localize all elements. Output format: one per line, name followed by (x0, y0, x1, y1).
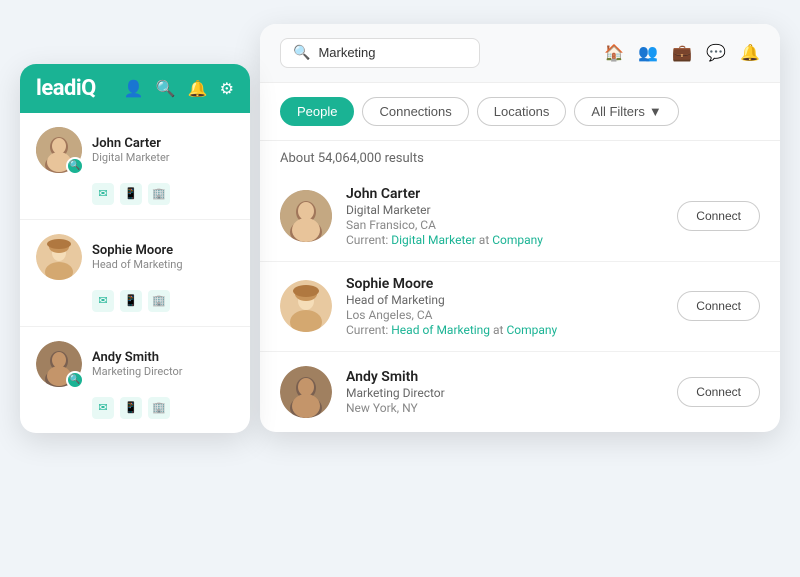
person-title: Marketing Director (92, 365, 234, 378)
phone-icon[interactable]: 📱 (120, 183, 142, 205)
connect-button[interactable]: Connect (677, 291, 760, 321)
search-icon[interactable]: 🔍 (156, 79, 176, 98)
list-item: Sophie Moore Head of Marketing ✉ 📱 🏢 (20, 220, 250, 327)
action-icons: ✉ 📱 🏢 (92, 183, 234, 205)
connect-button[interactable]: Connect (677, 377, 760, 407)
result-current: Current: Digital Marketer at Company (346, 233, 663, 247)
person-info: Andy Smith Marketing Director (92, 350, 234, 378)
table-row: John Carter Digital Marketer San Fransic… (260, 172, 780, 262)
gear-icon[interactable]: ⚙ (220, 79, 234, 98)
chat-icon[interactable]: 💬 (706, 43, 726, 62)
result-avatar (280, 366, 332, 418)
filter-people-button[interactable]: People (280, 97, 354, 126)
person-icon[interactable]: 👤 (124, 79, 144, 98)
results-count: About 54,064,000 results (260, 141, 780, 172)
result-info: John Carter Digital Marketer San Fransic… (346, 186, 663, 247)
phone-icon[interactable]: 📱 (120, 290, 142, 312)
result-info: Andy Smith Marketing Director New York, … (346, 369, 663, 415)
filter-connections-button[interactable]: Connections (362, 97, 468, 126)
list-item: 🔍 Andy Smith Marketing Director ✉ 📱 🏢 (20, 327, 250, 433)
app-header: leadiQ 👤 🔍 🔔 ⚙ (20, 64, 250, 113)
table-row: Sophie Moore Head of Marketing Los Angel… (260, 262, 780, 352)
avatar (36, 234, 82, 280)
filter-bar: People Connections Locations All Filters… (260, 83, 780, 141)
result-role: Head of Marketing (346, 293, 663, 307)
building-icon[interactable]: 🏢 (148, 290, 170, 312)
home-icon[interactable]: 🏠 (604, 43, 624, 62)
right-panel: 🔍 🏠 👥 💼 💬 🔔 People Connections Locations… (260, 24, 780, 432)
search-header: 🔍 🏠 👥 💼 💬 🔔 (260, 24, 780, 83)
result-location: New York, NY (346, 401, 663, 415)
connect-button[interactable]: Connect (677, 201, 760, 231)
result-location: Los Angeles, CA (346, 308, 663, 322)
all-filters-label: All Filters (591, 104, 644, 119)
filter-all-button[interactable]: All Filters ▼ (574, 97, 678, 126)
person-info: John Carter Digital Marketer (92, 136, 234, 164)
person-title: Head of Marketing (92, 258, 234, 271)
filter-locations-button[interactable]: Locations (477, 97, 567, 126)
result-name: John Carter (346, 186, 663, 202)
result-location: San Fransico, CA (346, 218, 663, 232)
building-icon[interactable]: 🏢 (148, 183, 170, 205)
avatar: 🔍 (36, 127, 82, 173)
building-icon[interactable]: 🏢 (148, 397, 170, 419)
bell-nav-icon[interactable]: 🔔 (740, 43, 760, 62)
result-avatar (280, 280, 332, 332)
mail-icon[interactable]: ✉ (92, 183, 114, 205)
result-current: Current: Head of Marketing at Company (346, 323, 663, 337)
search-bar[interactable]: 🔍 (280, 38, 480, 68)
people-icon[interactable]: 👥 (638, 43, 658, 62)
person-name: John Carter (92, 136, 234, 151)
search-badge: 🔍 (66, 371, 84, 389)
result-info: Sophie Moore Head of Marketing Los Angel… (346, 276, 663, 337)
result-name: Andy Smith (346, 369, 663, 385)
result-avatar (280, 190, 332, 242)
header-icon-group: 👤 🔍 🔔 ⚙ (124, 79, 234, 98)
nav-icons: 🏠 👥 💼 💬 🔔 (604, 43, 760, 62)
list-item: 🔍 John Carter Digital Marketer ✉ 📱 🏢 (20, 113, 250, 220)
search-badge: 🔍 (66, 157, 84, 175)
avatar: 🔍 (36, 341, 82, 387)
app-logo: leadiQ (36, 76, 96, 101)
result-name: Sophie Moore (346, 276, 663, 292)
person-info: Sophie Moore Head of Marketing (92, 243, 234, 271)
mail-icon[interactable]: ✉ (92, 397, 114, 419)
action-icons: ✉ 📱 🏢 (92, 290, 234, 312)
mail-icon[interactable]: ✉ (92, 290, 114, 312)
action-icons: ✉ 📱 🏢 (92, 397, 234, 419)
search-input[interactable] (318, 45, 494, 60)
briefcase-icon[interactable]: 💼 (672, 43, 692, 62)
result-role: Marketing Director (346, 386, 663, 400)
result-role: Digital Marketer (346, 203, 663, 217)
bell-icon[interactable]: 🔔 (188, 79, 208, 98)
person-name: Sophie Moore (92, 243, 234, 258)
left-panel: leadiQ 👤 🔍 🔔 ⚙ 🔍 (20, 64, 250, 433)
phone-icon[interactable]: 📱 (120, 397, 142, 419)
table-row: Andy Smith Marketing Director New York, … (260, 352, 780, 432)
dropdown-arrow-icon: ▼ (649, 104, 662, 119)
person-name: Andy Smith (92, 350, 234, 365)
search-bar-icon: 🔍 (293, 45, 310, 61)
person-title: Digital Marketer (92, 151, 234, 164)
